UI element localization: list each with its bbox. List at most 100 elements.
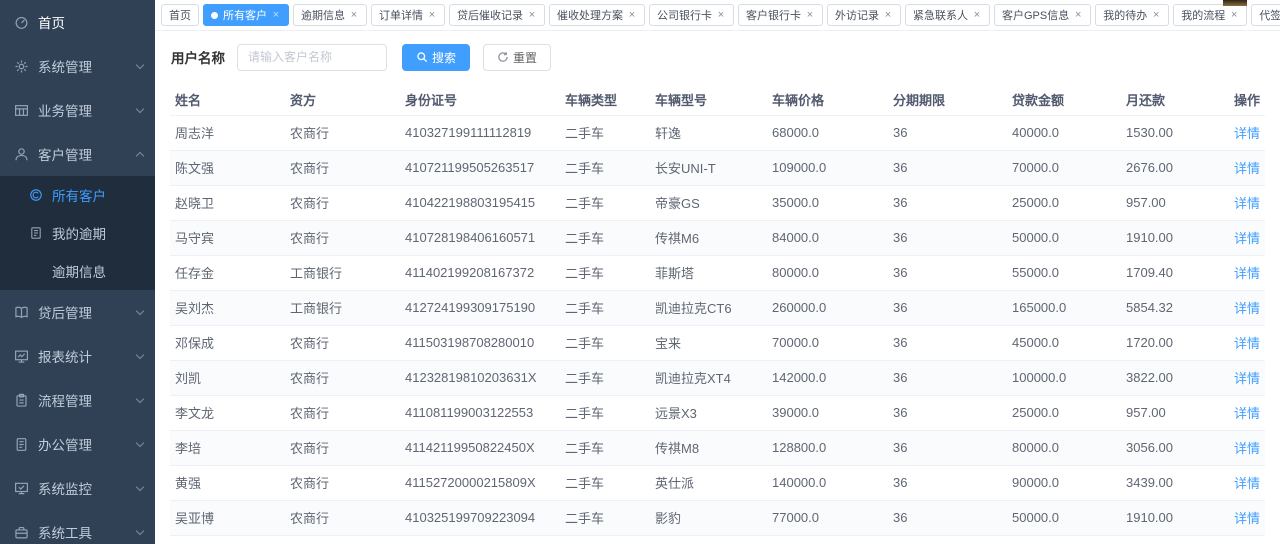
cell-id-number: 411081199003122553 bbox=[400, 395, 560, 430]
tab[interactable]: 贷后催收记录 × bbox=[449, 4, 545, 26]
column-header-monthly-payment: 月还款 bbox=[1121, 85, 1211, 115]
cell-action: 详情 bbox=[1211, 500, 1265, 535]
tab-close-icon[interactable]: × bbox=[627, 10, 637, 21]
tab[interactable]: 我的待办 × bbox=[1095, 4, 1169, 26]
chevron-down-icon bbox=[136, 527, 144, 535]
cell-loan-amount: 25000.0 bbox=[1007, 185, 1121, 220]
tab-label: 外访记录 bbox=[835, 7, 879, 23]
detail-link[interactable]: 详情 bbox=[1234, 126, 1260, 141]
chevron-down-icon bbox=[136, 483, 144, 491]
table-row: 吴刘杰 工商银行 412724199309175190 二手车 凯迪拉克CT6 … bbox=[170, 290, 1265, 325]
cell-loan-amount: 90000.0 bbox=[1007, 465, 1121, 500]
cell-funder: 农商行 bbox=[285, 115, 400, 150]
sidebar-item-process[interactable]: 流程管理 bbox=[0, 378, 155, 422]
tab[interactable]: 首页 bbox=[161, 4, 199, 26]
sidebar-item-home[interactable]: 首页 bbox=[0, 0, 155, 44]
search-button[interactable]: 搜索 bbox=[402, 44, 470, 71]
tab[interactable]: 我的流程 × bbox=[1173, 4, 1247, 26]
cell-loan-amount: 45000.0 bbox=[1007, 325, 1121, 360]
tab[interactable]: 订单详情 × bbox=[371, 4, 445, 26]
detail-link[interactable]: 详情 bbox=[1234, 161, 1260, 176]
tab[interactable]: 紧急联系人 × bbox=[905, 4, 990, 26]
sidebar-item-label: 流程管理 bbox=[38, 390, 137, 410]
detail-link[interactable]: 详情 bbox=[1234, 406, 1260, 421]
tab-label: 客户银行卡 bbox=[746, 7, 801, 23]
cell-funder: 农商行 bbox=[285, 185, 400, 220]
tab[interactable]: 所有客户 × bbox=[203, 4, 289, 26]
sidebar-item-business[interactable]: 业务管理 bbox=[0, 88, 155, 132]
tab-close-icon[interactable]: × bbox=[427, 10, 437, 21]
chevron-down-icon bbox=[136, 105, 144, 113]
user-icon bbox=[14, 147, 29, 162]
cell-installment-term: 36 bbox=[888, 150, 1007, 185]
document-icon bbox=[14, 437, 29, 452]
cell-name: 周志洋 bbox=[170, 115, 285, 150]
detail-link[interactable]: 详情 bbox=[1234, 336, 1260, 351]
tab[interactable]: 催收处理方案 × bbox=[549, 4, 645, 26]
tab[interactable]: 客户银行卡 × bbox=[738, 4, 823, 26]
customers-icon bbox=[29, 188, 43, 202]
sidebar-item-postloan[interactable]: 贷后管理 bbox=[0, 290, 155, 334]
tab-close-icon[interactable]: × bbox=[1229, 10, 1239, 21]
sidebar-item-tools[interactable]: 系统工具 bbox=[0, 510, 155, 544]
tab-close-icon[interactable]: × bbox=[805, 10, 815, 21]
sidebar-item-monitor[interactable]: 系统监控 bbox=[0, 466, 155, 510]
cell-vehicle-model: 远景X3 bbox=[650, 395, 767, 430]
cell-loan-amount: 40000.0 bbox=[1007, 115, 1121, 150]
tab[interactable]: 公司银行卡 × bbox=[649, 4, 734, 26]
tab[interactable]: 逾期信息 × bbox=[293, 4, 367, 26]
tab-close-icon[interactable]: × bbox=[1151, 10, 1161, 21]
table-row: 邓保成 农商行 411503198708280010 二手车 宝来 70000.… bbox=[170, 325, 1265, 360]
cell-monthly-payment: 5854.32 bbox=[1121, 290, 1211, 325]
tab-close-icon[interactable]: × bbox=[716, 10, 726, 21]
customer-table: 姓名 资方 身份证号 车辆类型 车辆型号 车辆价格 分期期限 贷款金额 月还款 … bbox=[155, 85, 1280, 544]
detail-link[interactable]: 详情 bbox=[1234, 371, 1260, 386]
detail-link[interactable]: 详情 bbox=[1234, 511, 1260, 526]
cell-name: 翟明辉 bbox=[170, 535, 285, 544]
tab-label: 代签任务 bbox=[1259, 7, 1280, 23]
book-icon bbox=[14, 305, 29, 320]
cell-vehicle-type: 二手车 bbox=[560, 465, 650, 500]
tab-close-icon[interactable]: × bbox=[972, 10, 982, 21]
sidebar-subitem-my-overdue[interactable]: 我的逾期 bbox=[0, 214, 155, 252]
sidebar-item-reports[interactable]: 报表统计 bbox=[0, 334, 155, 378]
cell-vehicle-type: 二手车 bbox=[560, 150, 650, 185]
tab-close-icon[interactable]: × bbox=[349, 10, 359, 21]
tab-close-icon[interactable]: × bbox=[1073, 10, 1083, 21]
detail-link[interactable]: 详情 bbox=[1234, 441, 1260, 456]
sidebar-subitem-overdue-info[interactable]: 逾期信息 bbox=[0, 252, 155, 290]
detail-link[interactable]: 详情 bbox=[1234, 266, 1260, 281]
cell-vehicle-price: 80000.0 bbox=[767, 255, 888, 290]
sidebar-item-customer[interactable]: 客户管理 bbox=[0, 132, 155, 176]
tab[interactable]: 代签任务 × bbox=[1251, 4, 1280, 26]
tab-close-icon[interactable]: × bbox=[271, 10, 281, 21]
cell-vehicle-type: 二手车 bbox=[560, 115, 650, 150]
sidebar-item-system[interactable]: 系统管理 bbox=[0, 44, 155, 88]
sidebar-item-label: 首页 bbox=[38, 12, 143, 32]
tab[interactable]: 外访记录 × bbox=[827, 4, 901, 26]
cell-vehicle-price: 140000.0 bbox=[767, 465, 888, 500]
cell-id-number: 41152720000215809X bbox=[400, 465, 560, 500]
cell-vehicle-type: 二手车 bbox=[560, 360, 650, 395]
cell-name: 吴刘杰 bbox=[170, 290, 285, 325]
tab[interactable]: 客户GPS信息 × bbox=[994, 4, 1091, 26]
detail-link[interactable]: 详情 bbox=[1234, 231, 1260, 246]
cell-action: 详情 bbox=[1211, 150, 1265, 185]
customer-name-input[interactable] bbox=[237, 44, 387, 71]
sidebar-subitem-all-customers[interactable]: 所有客户 bbox=[0, 176, 155, 214]
column-header-vehicle-price: 车辆价格 bbox=[767, 85, 888, 115]
cell-name: 黄强 bbox=[170, 465, 285, 500]
sidebar-item-office[interactable]: 办公管理 bbox=[0, 422, 155, 466]
cell-vehicle-type: 二手车 bbox=[560, 290, 650, 325]
cell-vehicle-price: 35000.0 bbox=[767, 185, 888, 220]
table-row: 陈文强 农商行 410721199505263517 二手车 长安UNI-T 1… bbox=[170, 150, 1265, 185]
detail-link[interactable]: 详情 bbox=[1234, 301, 1260, 316]
detail-link[interactable]: 详情 bbox=[1234, 476, 1260, 491]
reset-button[interactable]: 重置 bbox=[483, 44, 551, 71]
detail-link[interactable]: 详情 bbox=[1234, 196, 1260, 211]
chevron-down-icon bbox=[136, 307, 144, 315]
tab-close-icon[interactable]: × bbox=[527, 10, 537, 21]
cell-name: 陈文强 bbox=[170, 150, 285, 185]
tab-close-icon[interactable]: × bbox=[883, 10, 893, 21]
sidebar: 首页 系统管理 业务管理 客户管理 bbox=[0, 0, 155, 544]
